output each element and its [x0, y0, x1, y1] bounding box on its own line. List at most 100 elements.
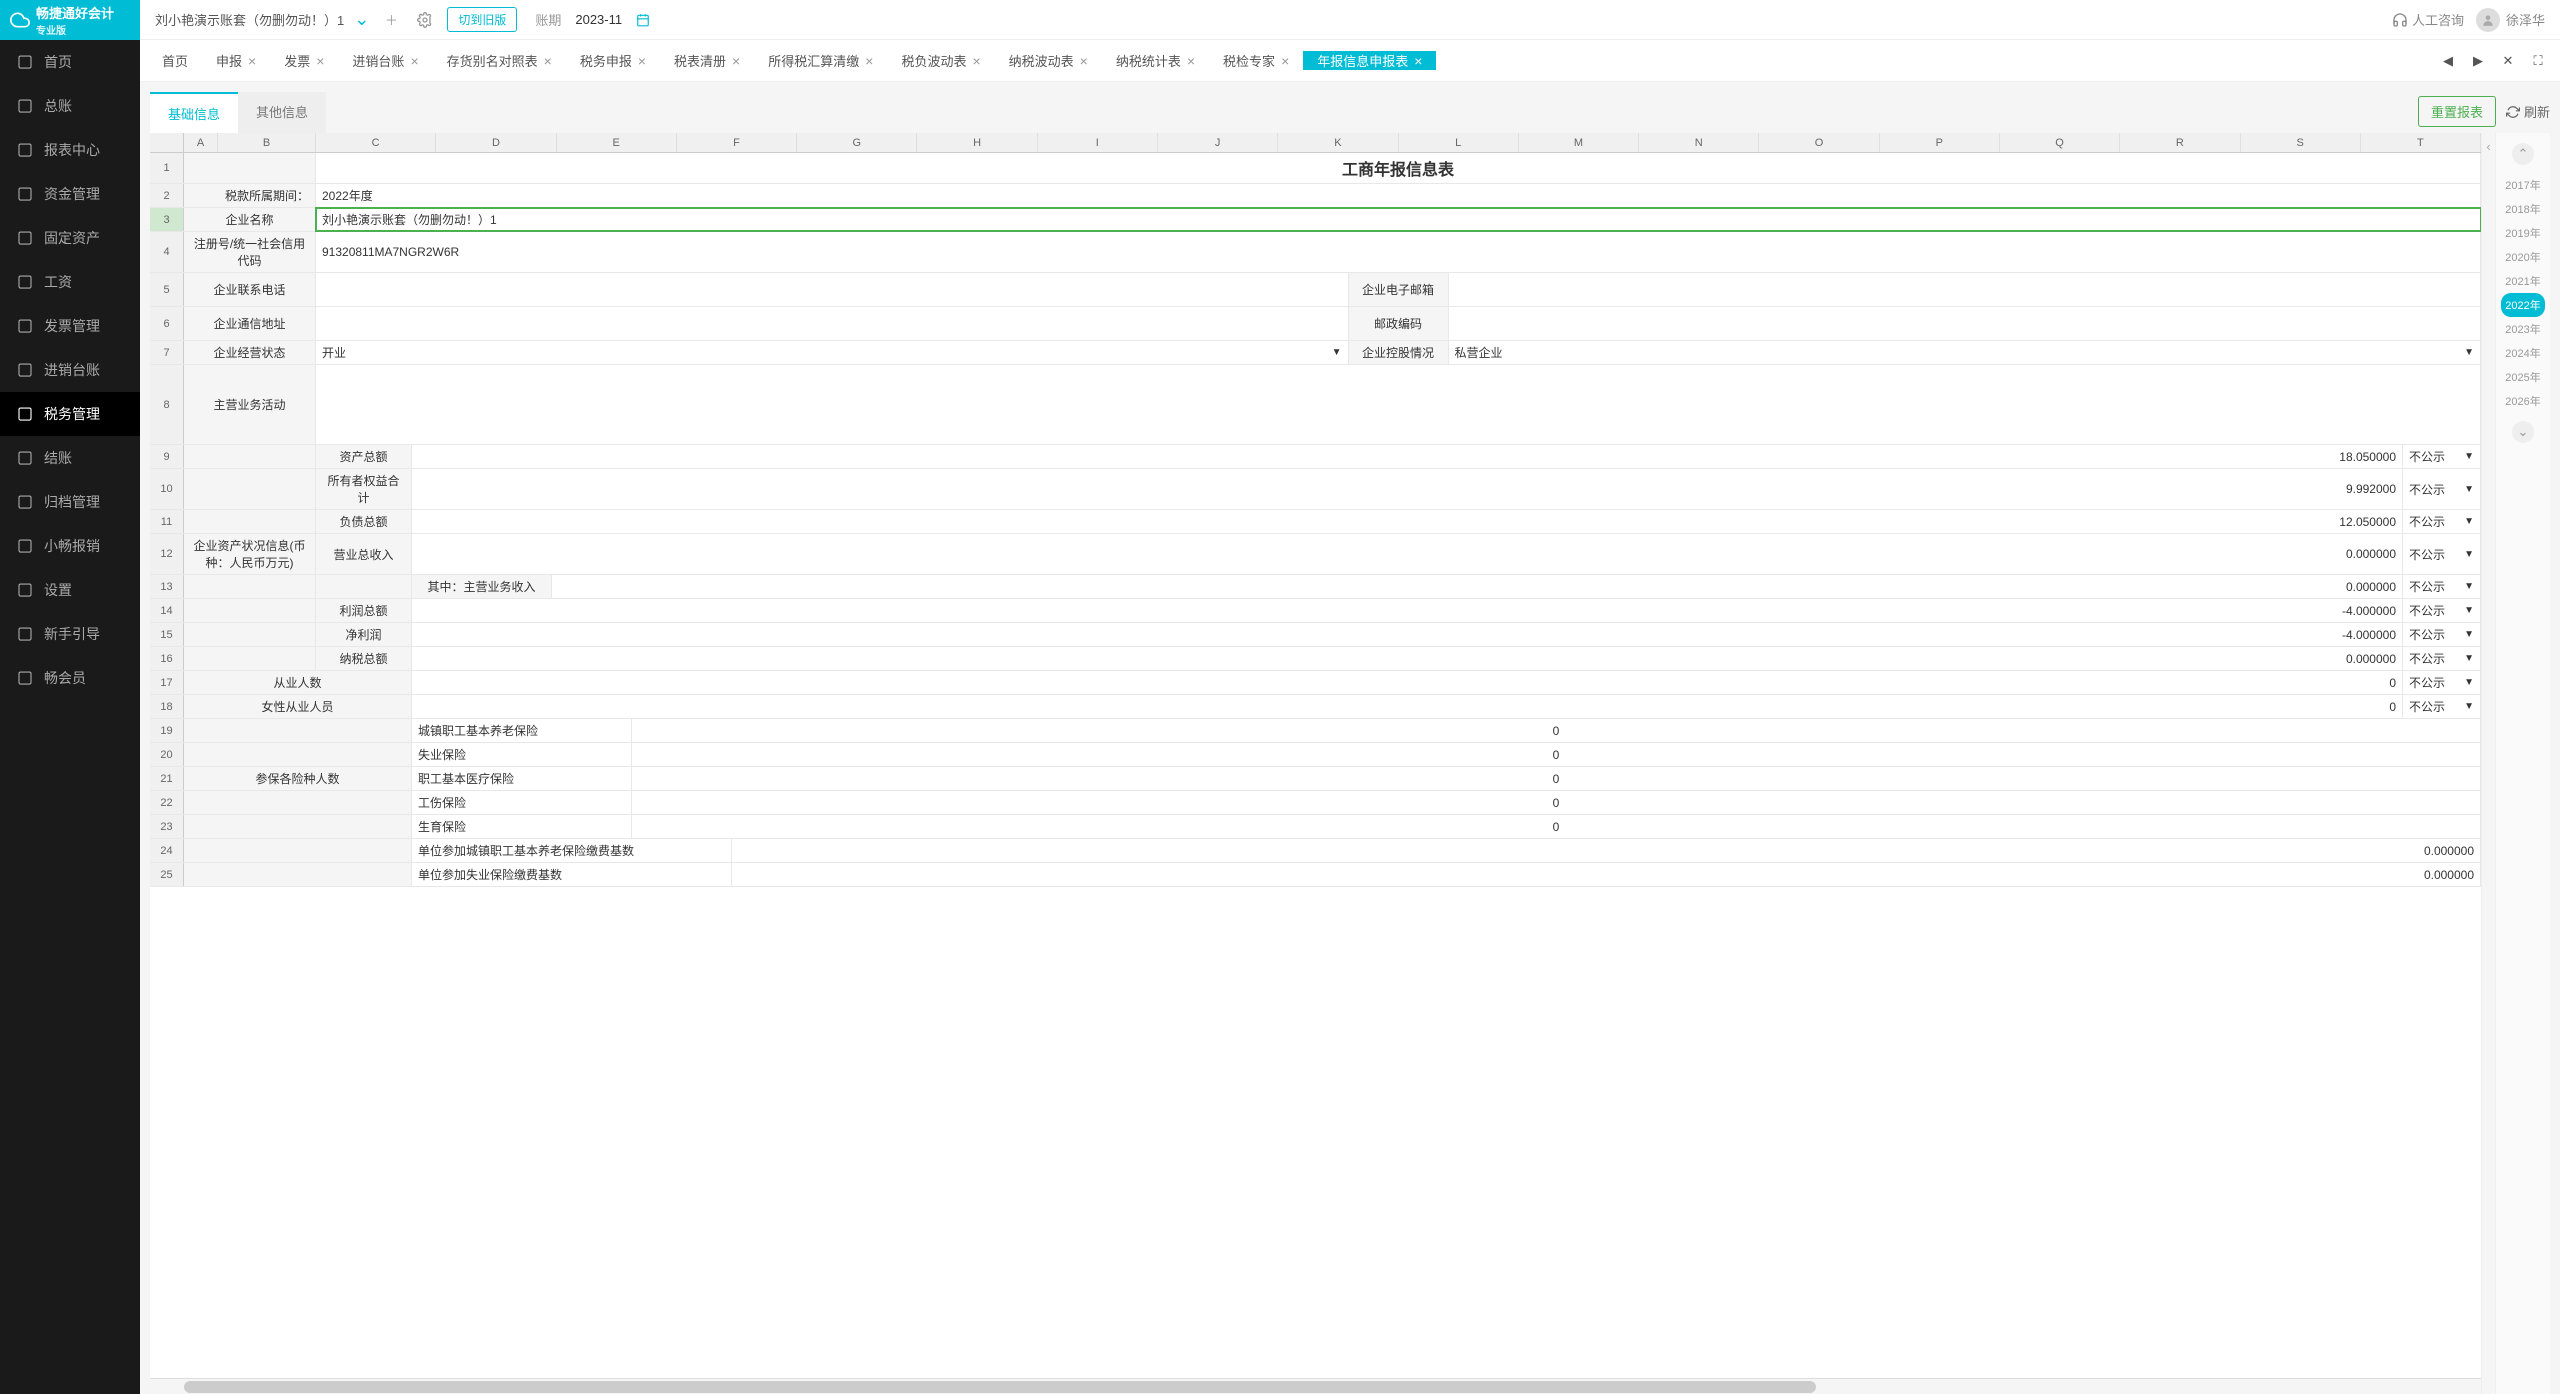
phone-value[interactable]: [316, 273, 1349, 306]
cell[interactable]: 不公示▼: [2403, 534, 2481, 574]
close-icon[interactable]: ×: [865, 53, 873, 69]
col-header-A[interactable]: A: [184, 133, 218, 152]
tab-prev-icon[interactable]: ◀: [2434, 47, 2462, 75]
row-header-21[interactable]: 21: [150, 767, 184, 790]
col-header-D[interactable]: D: [436, 133, 556, 152]
sub-tab-basic[interactable]: 基础信息: [150, 92, 238, 133]
status-select[interactable]: 开业▼: [316, 341, 1349, 364]
row-header-4[interactable]: 4: [150, 232, 184, 272]
plus-icon[interactable]: ＋: [379, 8, 403, 32]
horizontal-scrollbar[interactable]: [150, 1378, 2481, 1394]
cell[interactable]: 不公示▼: [2403, 695, 2481, 718]
close-icon[interactable]: ×: [638, 53, 646, 69]
col-header-F[interactable]: F: [677, 133, 797, 152]
year-2020年[interactable]: 2020年: [2501, 245, 2545, 269]
close-icon[interactable]: ×: [972, 53, 980, 69]
col-header-C[interactable]: C: [316, 133, 436, 152]
tab-next-icon[interactable]: ▶: [2464, 47, 2492, 75]
tab-close-all-icon[interactable]: ✕: [2494, 47, 2522, 75]
row-header-5[interactable]: 5: [150, 273, 184, 306]
nav-item-3[interactable]: 资金管理: [0, 172, 140, 216]
tab-6[interactable]: 税表清册×: [660, 51, 754, 70]
row-header-3[interactable]: 3: [150, 208, 184, 231]
nav-item-1[interactable]: 总账: [0, 84, 140, 128]
collapse-handle[interactable]: ‹: [2481, 133, 2495, 1394]
holding-select[interactable]: 私营企业▼: [1449, 341, 2482, 364]
col-header-I[interactable]: I: [1038, 133, 1158, 152]
nav-item-12[interactable]: 设置: [0, 568, 140, 612]
row-header-10[interactable]: 10: [150, 469, 184, 509]
row-header-23[interactable]: 23: [150, 815, 184, 838]
nav-item-7[interactable]: 进销台账: [0, 348, 140, 392]
nav-item-13[interactable]: 新手引导: [0, 612, 140, 656]
close-icon[interactable]: ×: [732, 53, 740, 69]
addr-value[interactable]: [316, 307, 1349, 340]
spreadsheet-grid[interactable]: 1工商年报信息表2税款所属期间：2022年度3企业名称刘小艳演示账套（勿删勿动！…: [150, 153, 2481, 1378]
close-icon[interactable]: ×: [410, 53, 418, 69]
col-header-H[interactable]: H: [917, 133, 1037, 152]
col-header-Q[interactable]: Q: [2000, 133, 2120, 152]
email-value[interactable]: [1449, 273, 2482, 306]
tab-12[interactable]: 年报信息申报表×: [1303, 51, 1436, 70]
nav-item-8[interactable]: 税务管理: [0, 392, 140, 436]
nav-item-11[interactable]: 小畅报销: [0, 524, 140, 568]
tab-11[interactable]: 税检专家×: [1209, 51, 1303, 70]
refresh-button[interactable]: 刷新: [2506, 102, 2550, 121]
row-header-12[interactable]: 12: [150, 534, 184, 574]
year-2026年[interactable]: 2026年: [2501, 389, 2545, 413]
cell[interactable]: 不公示▼: [2403, 510, 2481, 533]
cell[interactable]: 不公示▼: [2403, 575, 2481, 598]
tab-0[interactable]: 首页: [148, 51, 202, 70]
gear-icon[interactable]: [413, 8, 437, 32]
col-header-T[interactable]: T: [2361, 133, 2481, 152]
row-header-1[interactable]: 1: [150, 153, 184, 183]
tab-8[interactable]: 税负波动表×: [887, 51, 994, 70]
col-header-R[interactable]: R: [2120, 133, 2240, 152]
period-value[interactable]: 2023-11: [575, 12, 622, 27]
col-header-K[interactable]: K: [1278, 133, 1398, 152]
year-up-icon[interactable]: ⌃: [2512, 143, 2534, 165]
cell[interactable]: 不公示▼: [2403, 623, 2481, 646]
user-name[interactable]: 徐泽华: [2506, 10, 2545, 29]
col-header-L[interactable]: L: [1399, 133, 1519, 152]
row-header-20[interactable]: 20: [150, 743, 184, 766]
company-value[interactable]: 刘小艳演示账套（勿删勿动！）1: [316, 208, 2481, 231]
fullscreen-icon[interactable]: ⛶: [2524, 47, 2552, 75]
year-2017年[interactable]: 2017年: [2501, 173, 2545, 197]
close-icon[interactable]: ×: [1414, 53, 1422, 69]
reset-button[interactable]: 重置报表: [2418, 96, 2496, 127]
tab-5[interactable]: 税务申报×: [566, 51, 660, 70]
row-header-6[interactable]: 6: [150, 307, 184, 340]
cell[interactable]: 不公示▼: [2403, 469, 2481, 509]
year-2022年[interactable]: 2022年: [2501, 293, 2545, 317]
sub-tab-other[interactable]: 其他信息: [238, 92, 326, 133]
col-header-G[interactable]: G: [797, 133, 917, 152]
row-header-2[interactable]: 2: [150, 184, 184, 207]
nav-item-14[interactable]: 畅会员: [0, 656, 140, 700]
year-2019年[interactable]: 2019年: [2501, 221, 2545, 245]
tab-7[interactable]: 所得税汇算清缴×: [754, 51, 887, 70]
cell[interactable]: 不公示▼: [2403, 671, 2481, 694]
close-icon[interactable]: ×: [1281, 53, 1289, 69]
tab-10[interactable]: 纳税统计表×: [1102, 51, 1209, 70]
row-header-7[interactable]: 7: [150, 341, 184, 364]
row-header-9[interactable]: 9: [150, 445, 184, 468]
activity-value[interactable]: [316, 365, 2481, 444]
row-header-11[interactable]: 11: [150, 510, 184, 533]
year-2024年[interactable]: 2024年: [2501, 341, 2545, 365]
old-version-button[interactable]: 切到旧版: [447, 7, 517, 32]
close-icon[interactable]: ×: [316, 53, 324, 69]
pub-9[interactable]: 不公示▼: [2403, 445, 2481, 468]
year-down-icon[interactable]: ⌄: [2512, 421, 2534, 443]
cell[interactable]: 不公示▼: [2403, 647, 2481, 670]
col-header-S[interactable]: S: [2241, 133, 2361, 152]
row-header-24[interactable]: 24: [150, 839, 184, 862]
col-header-O[interactable]: O: [1759, 133, 1879, 152]
year-2018年[interactable]: 2018年: [2501, 197, 2545, 221]
row-header-13[interactable]: 13: [150, 575, 184, 598]
tab-2[interactable]: 发票×: [270, 51, 338, 70]
row-header-8[interactable]: 8: [150, 365, 184, 444]
col-header-N[interactable]: N: [1639, 133, 1759, 152]
year-2021年[interactable]: 2021年: [2501, 269, 2545, 293]
row-header-25[interactable]: 25: [150, 863, 184, 886]
